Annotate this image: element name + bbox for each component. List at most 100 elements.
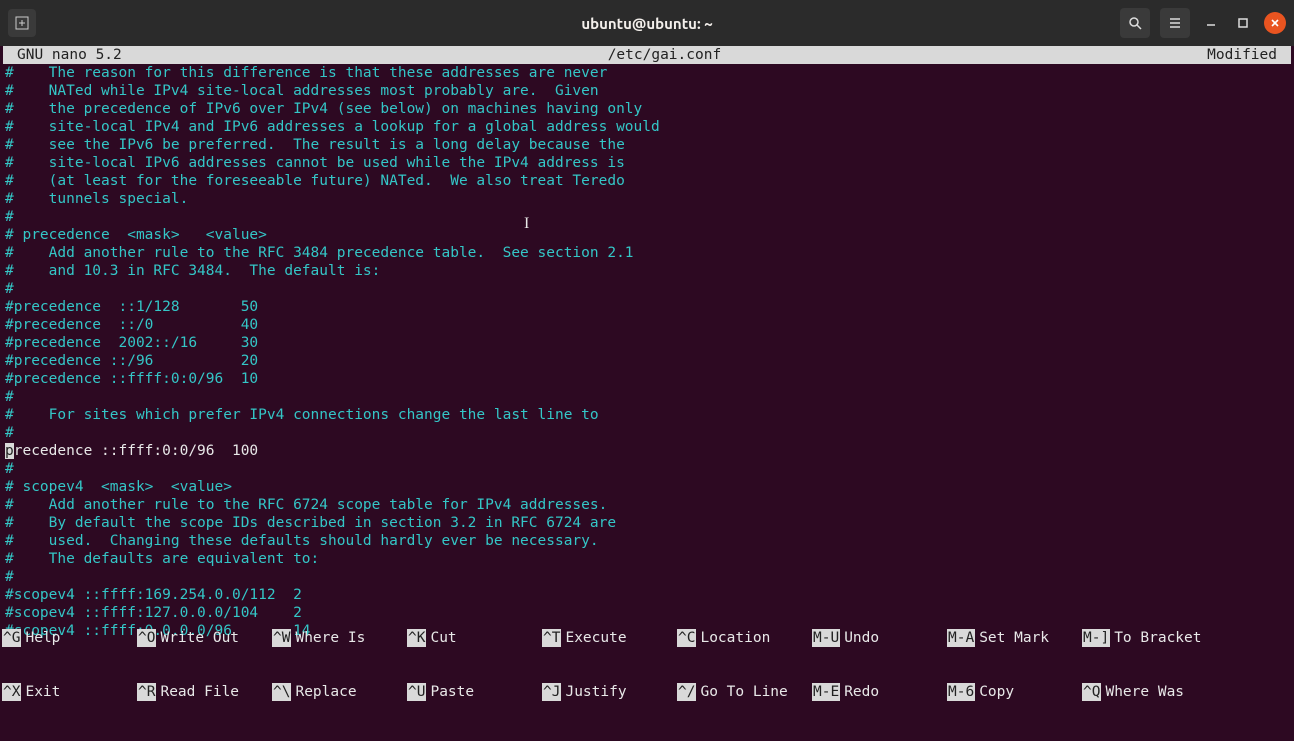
- editor-line: #precedence ::/0 40: [5, 316, 1291, 334]
- help-item: ^\Replace: [272, 683, 407, 701]
- menu-button[interactable]: [1160, 8, 1190, 38]
- help-key: M-6: [947, 683, 975, 701]
- close-icon: [1270, 18, 1280, 28]
- help-key: ^J: [542, 683, 561, 701]
- help-key: ^Q: [1082, 683, 1101, 701]
- help-key: M-A: [947, 629, 975, 647]
- editor-line: # scopev4 <mask> <value>: [5, 478, 1291, 496]
- editor-line: # precedence <mask> <value>: [5, 226, 1291, 244]
- help-label: Location: [696, 629, 770, 647]
- help-key: M-E: [812, 683, 840, 701]
- help-label: Replace: [291, 683, 356, 701]
- help-key: ^/: [677, 683, 696, 701]
- help-label: Undo: [840, 629, 879, 647]
- nano-status-bar: GNU nano 5.2 /etc/gai.conf Modified: [3, 46, 1291, 64]
- help-item: M-]To Bracket: [1082, 629, 1217, 647]
- editor-line: # NATed while IPv4 site-local addresses …: [5, 82, 1291, 100]
- help-label: Redo: [840, 683, 879, 701]
- nano-version: GNU nano 5.2: [3, 46, 122, 64]
- editor-line: #precedence ::ffff:0:0/96 10: [5, 370, 1291, 388]
- help-item: M-6Copy: [947, 683, 1082, 701]
- help-label: Help: [21, 629, 60, 647]
- editor-line: #: [5, 424, 1291, 442]
- terminal-area[interactable]: GNU nano 5.2 /etc/gai.conf Modified # Th…: [0, 46, 1294, 741]
- help-item: ^CLocation: [677, 629, 812, 647]
- help-label: To Bracket: [1110, 629, 1201, 647]
- editor-line: #: [5, 568, 1291, 586]
- editor-line: # the precedence of IPv6 over IPv4 (see …: [5, 100, 1291, 118]
- help-label: Exit: [21, 683, 60, 701]
- editor-line: # site-local IPv6 addresses cannot be us…: [5, 154, 1291, 172]
- help-key: ^U: [407, 683, 426, 701]
- help-key: ^\: [272, 683, 291, 701]
- editor-line: # and 10.3 in RFC 3484. The default is:: [5, 262, 1291, 280]
- editor-line: # For sites which prefer IPv4 connection…: [5, 406, 1291, 424]
- help-label: Where Was: [1101, 683, 1184, 701]
- nano-filename: /etc/gai.conf: [122, 46, 1207, 64]
- minimize-button[interactable]: [1200, 12, 1222, 34]
- help-key: ^G: [2, 629, 21, 647]
- help-label: Go To Line: [696, 683, 787, 701]
- close-button[interactable]: [1264, 12, 1286, 34]
- search-icon: [1128, 16, 1142, 30]
- window-titlebar: ubuntu@ubuntu: ~: [0, 0, 1294, 46]
- editor-line: # Add another rule to the RFC 3484 prece…: [5, 244, 1291, 262]
- editor-line: # see the IPv6 be preferred. The result …: [5, 136, 1291, 154]
- editor-line: precedence ::ffff:0:0/96 100: [5, 442, 1291, 460]
- help-key: ^X: [2, 683, 21, 701]
- nano-help-bar: ^GHelp^OWrite Out^WWhere Is^KCut^TExecut…: [2, 593, 1292, 737]
- editor-line: #: [5, 280, 1291, 298]
- help-key: ^K: [407, 629, 426, 647]
- help-label: Justify: [561, 683, 626, 701]
- help-item: ^QWhere Was: [1082, 683, 1217, 701]
- help-key: ^W: [272, 629, 291, 647]
- help-item: ^TExecute: [542, 629, 677, 647]
- editor-content[interactable]: # The reason for this difference is that…: [3, 64, 1291, 640]
- editor-line: #precedence ::1/128 50: [5, 298, 1291, 316]
- help-label: Where Is: [291, 629, 365, 647]
- help-item: M-ERedo: [812, 683, 947, 701]
- help-item: ^GHelp: [2, 629, 137, 647]
- window-title: ubuntu@ubuntu: ~: [0, 15, 1294, 32]
- maximize-icon: [1238, 18, 1248, 28]
- help-row-2: ^XExit^RRead File^\Replace^UPaste^JJusti…: [2, 683, 1292, 701]
- help-item: ^OWrite Out: [137, 629, 272, 647]
- search-button[interactable]: [1120, 8, 1150, 38]
- help-label: Cut: [426, 629, 456, 647]
- help-item: ^RRead File: [137, 683, 272, 701]
- help-label: Copy: [975, 683, 1014, 701]
- help-key: ^C: [677, 629, 696, 647]
- help-item: ^KCut: [407, 629, 542, 647]
- editor-line: #: [5, 460, 1291, 478]
- help-label: Execute: [561, 629, 626, 647]
- editor-line: # Add another rule to the RFC 6724 scope…: [5, 496, 1291, 514]
- editor-line: # used. Changing these defaults should h…: [5, 532, 1291, 550]
- help-item: ^XExit: [2, 683, 137, 701]
- new-tab-button[interactable]: [8, 9, 36, 37]
- help-key: ^O: [137, 629, 156, 647]
- hamburger-icon: [1168, 16, 1182, 30]
- editor-line: # The reason for this difference is that…: [5, 64, 1291, 82]
- help-key: ^R: [137, 683, 156, 701]
- help-item: ^JJustify: [542, 683, 677, 701]
- help-item: ^/Go To Line: [677, 683, 812, 701]
- editor-line: # tunnels special.: [5, 190, 1291, 208]
- help-key: M-]: [1082, 629, 1110, 647]
- help-label: Set Mark: [975, 629, 1049, 647]
- help-label: Read File: [156, 683, 239, 701]
- help-item: ^WWhere Is: [272, 629, 407, 647]
- editor-line: # (at least for the foreseeable future) …: [5, 172, 1291, 190]
- maximize-button[interactable]: [1232, 12, 1254, 34]
- help-key: M-U: [812, 629, 840, 647]
- editor-line: # The defaults are equivalent to:: [5, 550, 1291, 568]
- nano-cursor: p: [5, 443, 14, 459]
- editor-line: #precedence ::/96 20: [5, 352, 1291, 370]
- help-item: M-UUndo: [812, 629, 947, 647]
- editor-line: #: [5, 388, 1291, 406]
- help-row-1: ^GHelp^OWrite Out^WWhere Is^KCut^TExecut…: [2, 629, 1292, 647]
- help-item: M-ASet Mark: [947, 629, 1082, 647]
- editor-line: # By default the scope IDs described in …: [5, 514, 1291, 532]
- help-label: Paste: [426, 683, 474, 701]
- help-key: ^T: [542, 629, 561, 647]
- editor-line: #precedence 2002::/16 30: [5, 334, 1291, 352]
